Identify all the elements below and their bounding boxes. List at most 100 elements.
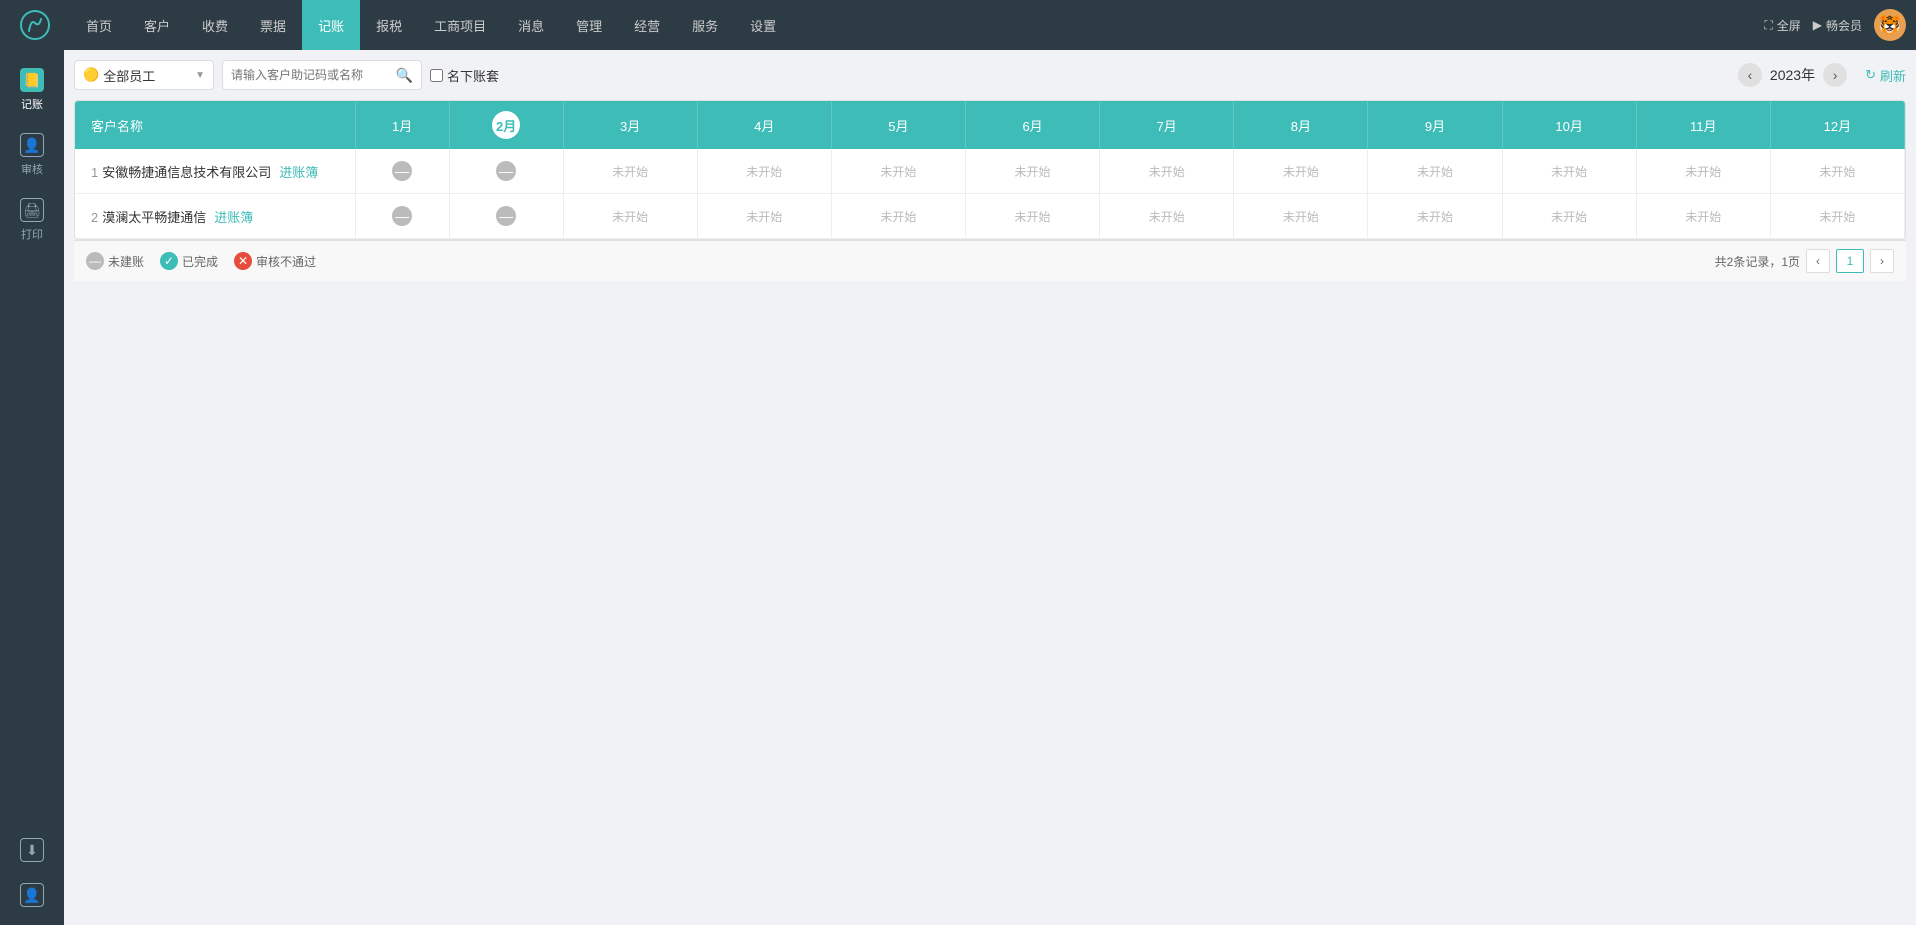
- nav-settings[interactable]: 设置: [734, 0, 792, 50]
- dash-status: —: [392, 206, 412, 226]
- toolbar: 🟡 全部员工 ▼ 🔍 名下账套 ‹ 2023年 › ↻ 刷新: [74, 60, 1906, 90]
- not-started-status: 未开始: [1015, 210, 1051, 224]
- prev-year-button[interactable]: ‹: [1738, 63, 1762, 87]
- cell-month-2: —: [449, 149, 563, 194]
- employee-selector[interactable]: 🟡 全部员工 ▼: [74, 60, 214, 90]
- legend-completed: ✓ 已完成: [160, 252, 218, 270]
- fullscreen-icon: ⛶: [1764, 18, 1772, 33]
- current-page: 1: [1836, 249, 1864, 273]
- nav-home[interactable]: 首页: [70, 0, 128, 50]
- download-icon: ⬇: [20, 838, 44, 862]
- refresh-icon: ↻: [1865, 67, 1876, 83]
- user-avatar[interactable]: 🐯: [1874, 9, 1906, 41]
- not-started-status: 未开始: [1417, 210, 1453, 224]
- nav-invoice[interactable]: 票据: [244, 0, 302, 50]
- refresh-button[interactable]: ↻ 刷新: [1865, 66, 1906, 85]
- sidebar-label-audit: 审核: [21, 161, 43, 177]
- not-started-status: 未开始: [1149, 210, 1185, 224]
- sidebar-label-accounting: 记账: [21, 96, 43, 112]
- sidebar-bottom: ⬇ 👤: [5, 830, 59, 915]
- col-mar: 3月: [563, 101, 697, 149]
- not-started-status: 未开始: [1685, 210, 1721, 224]
- not-built-label: 未建账: [108, 253, 144, 270]
- nav-operation[interactable]: 经营: [618, 0, 676, 50]
- vip-label: 畅会员: [1826, 17, 1862, 34]
- row-number: 1: [91, 165, 98, 180]
- legend-rejected: ✕ 审核不通过: [234, 252, 316, 270]
- not-started-status: 未开始: [1283, 165, 1319, 179]
- nav-billing[interactable]: 收费: [186, 0, 244, 50]
- table-header-row: 客户名称 1月 2月 3月 4月 5月 6月 7月 8月 9月 10月 11月: [75, 101, 1905, 149]
- sidebar-item-print[interactable]: 🖨 打印: [5, 190, 59, 250]
- enter-link[interactable]: 进账簿: [214, 210, 253, 225]
- nav-service[interactable]: 服务: [676, 0, 734, 50]
- cell-month-11: 未开始: [1636, 149, 1770, 194]
- pagination: 共2条记录，1页 ‹ 1 ›: [1715, 249, 1894, 273]
- fullscreen-label: 全屏: [1777, 17, 1801, 34]
- my-accounts-checkbox-wrap[interactable]: 名下账套: [430, 66, 499, 85]
- not-started-status: 未开始: [1819, 165, 1855, 179]
- col-jun: 6月: [965, 101, 1099, 149]
- cell-month-4: 未开始: [697, 194, 831, 239]
- footer: — 未建账 ✓ 已完成 ✕ 审核不通过 共2条记录，1页 ‹ 1 ›: [74, 240, 1906, 281]
- company-name: 漠澜太平畅捷通信: [102, 210, 206, 225]
- not-started-status: 未开始: [1417, 165, 1453, 179]
- nav-tax[interactable]: 报税: [360, 0, 418, 50]
- fullscreen-button[interactable]: ⛶ 全屏: [1764, 17, 1800, 34]
- main-content: 🟡 全部员工 ▼ 🔍 名下账套 ‹ 2023年 › ↻ 刷新: [64, 50, 1916, 925]
- prev-page-button[interactable]: ‹: [1806, 249, 1830, 273]
- dash-status: —: [496, 161, 516, 181]
- accounts-table: 客户名称 1月 2月 3月 4月 5月 6月 7月 8月 9月 10月 11月: [75, 101, 1905, 239]
- my-accounts-checkbox[interactable]: [430, 69, 443, 82]
- not-started-status: 未开始: [746, 210, 782, 224]
- cell-company: 1安徽畅捷通信息技术有限公司进账簿: [75, 149, 355, 194]
- not-started-status: 未开始: [746, 165, 782, 179]
- enter-link[interactable]: 进账簿: [279, 165, 318, 180]
- rejected-icon: ✕: [234, 252, 252, 270]
- nav-manage[interactable]: 管理: [560, 0, 618, 50]
- col-jul: 7月: [1100, 101, 1234, 149]
- print-icon: 🖨: [20, 198, 44, 222]
- vip-button[interactable]: ▶ 畅会员: [1813, 17, 1862, 34]
- year-navigation: ‹ 2023年 ›: [1738, 63, 1847, 87]
- col-aug: 8月: [1234, 101, 1368, 149]
- sidebar-item-accounting[interactable]: 📒 记账: [5, 60, 59, 120]
- col-oct: 10月: [1502, 101, 1636, 149]
- cell-company: 2漠澜太平畅捷通信进账簿: [75, 194, 355, 239]
- nav-message[interactable]: 消息: [502, 0, 560, 50]
- rejected-label: 审核不通过: [256, 253, 316, 270]
- cell-month-12: 未开始: [1770, 194, 1904, 239]
- cell-month-5: 未开始: [831, 194, 965, 239]
- accounts-table-container: 客户名称 1月 2月 3月 4月 5月 6月 7月 8月 9月 10月 11月: [74, 100, 1906, 240]
- nav-accounting[interactable]: 记账: [302, 0, 360, 50]
- sidebar-item-audit[interactable]: 👤 审核: [5, 125, 59, 185]
- search-button[interactable]: 🔍: [396, 67, 413, 84]
- nav-business[interactable]: 工商项目: [418, 0, 502, 50]
- sidebar-item-download[interactable]: ⬇: [5, 830, 59, 870]
- user-icon: 👤: [20, 883, 44, 907]
- col-sep: 9月: [1368, 101, 1502, 149]
- employee-icon: 🟡: [83, 67, 99, 83]
- chevron-down-icon: ▼: [195, 70, 205, 81]
- header-right-actions: ⛶ 全屏 ▶ 畅会员 🐯: [1764, 9, 1906, 41]
- nav-customer[interactable]: 客户: [128, 0, 186, 50]
- dash-icon: —: [392, 206, 412, 226]
- cell-month-5: 未开始: [831, 149, 965, 194]
- cell-month-7: 未开始: [1100, 194, 1234, 239]
- sidebar: 📒 记账 👤 审核 🖨 打印 ⬇ 👤: [0, 50, 64, 925]
- legend-not-built: — 未建账: [86, 252, 144, 270]
- next-page-button[interactable]: ›: [1870, 249, 1894, 273]
- not-started-status: 未开始: [1551, 210, 1587, 224]
- not-started-status: 未开始: [1551, 165, 1587, 179]
- my-accounts-label: 名下账套: [447, 66, 499, 85]
- record-info: 共2条记录，1页: [1715, 253, 1800, 270]
- search-input[interactable]: [231, 68, 396, 82]
- app-logo: [10, 9, 60, 41]
- table-row: 1安徽畅捷通信息技术有限公司进账簿——未开始未开始未开始未开始未开始未开始未开始…: [75, 149, 1905, 194]
- next-year-button[interactable]: ›: [1823, 63, 1847, 87]
- table-row: 2漠澜太平畅捷通信进账簿——未开始未开始未开始未开始未开始未开始未开始未开始未开…: [75, 194, 1905, 239]
- col-nov: 11月: [1636, 101, 1770, 149]
- cell-month-8: 未开始: [1234, 149, 1368, 194]
- month-highlight-feb: 2月: [492, 111, 520, 139]
- sidebar-item-user[interactable]: 👤: [5, 875, 59, 915]
